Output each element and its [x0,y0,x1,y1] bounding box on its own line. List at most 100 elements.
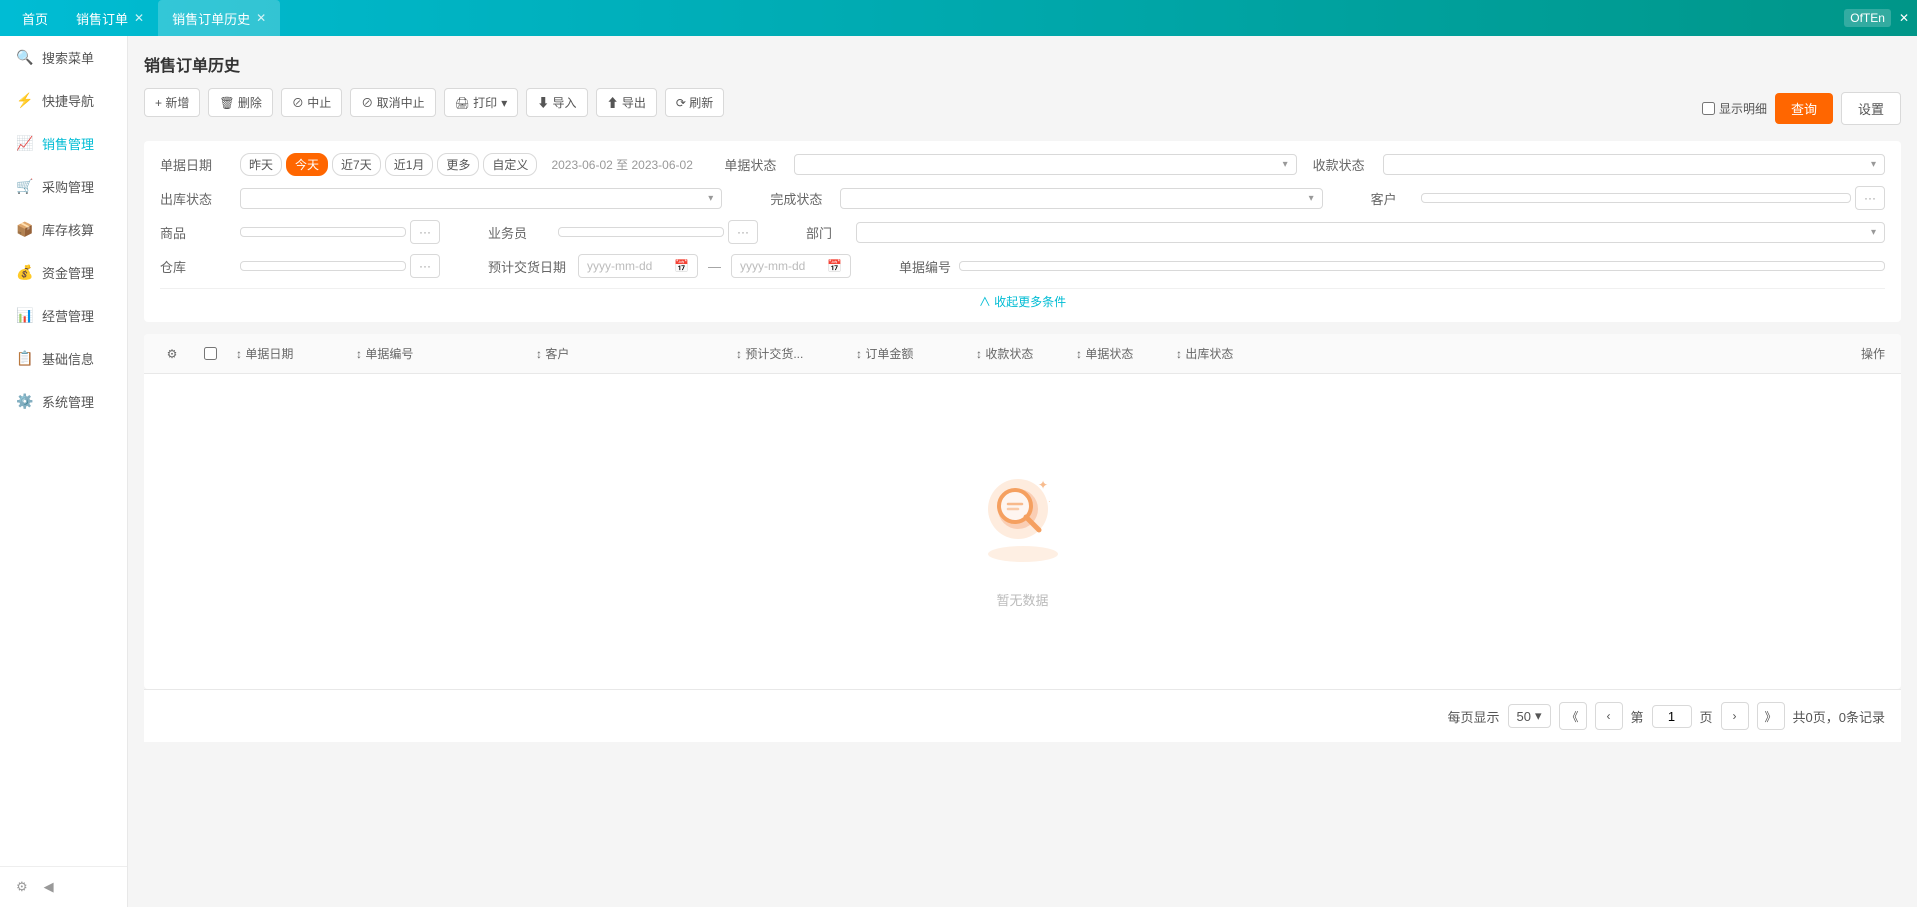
display-toggle-checkbox[interactable] [1702,102,1715,115]
date-btn-today[interactable]: 今天 [286,153,328,176]
btn-export[interactable]: ⬆ 导出 [596,88,657,117]
empty-text: 暂无数据 [996,590,1048,609]
sidebar-item-basic[interactable]: 📋 基础信息 [0,337,127,380]
btn-add[interactable]: + 新增 [144,88,200,117]
delivery-date-end[interactable]: yyyy-mm-dd 📅 [731,254,851,278]
sidebar-collapse-icon[interactable]: ◀ [44,879,54,895]
often-label: OfTEn [1844,9,1891,27]
select-salesperson[interactable] [558,227,724,237]
tab-home-label: 首页 [22,9,48,28]
btn-query[interactable]: 查询 [1775,93,1833,124]
salesperson-ellipsis[interactable]: ··· [728,220,758,244]
th-operation: 操作 [1268,345,1893,362]
page-input[interactable] [1652,705,1692,728]
empty-icon: ✦ · [963,454,1083,574]
th-bill-status: ↕ 单据状态 [1068,345,1168,362]
sidebar-item-purchase[interactable]: 🛒 采购管理 [0,165,127,208]
date-btn-custom[interactable]: 自定义 [483,153,537,176]
warehouse-ellipsis[interactable]: ··· [410,254,440,278]
select-payment-status[interactable]: ▾ [1383,154,1885,175]
label-delivery-status: 出库状态 [160,189,240,208]
display-toggle[interactable]: 显示明细 [1702,100,1767,117]
collapse-bar[interactable]: ∧ 收起更多条件 [160,288,1885,310]
sidebar-item-search-label: 搜索菜单 [42,48,94,67]
sidebar-item-operation[interactable]: 📊 经营管理 [0,294,127,337]
date-btn-more[interactable]: 更多 [437,153,479,176]
sidebar-item-sales[interactable]: 📈 销售管理 [0,122,127,165]
sidebar-item-operation-label: 经营管理 [42,306,94,325]
goods-ellipsis[interactable]: ··· [410,220,440,244]
btn-print[interactable]: 🖨 打印 ▾ [444,88,519,117]
select-delivery-status[interactable]: ▾ [240,188,722,209]
select-goods[interactable] [240,227,406,237]
tab-sales-history[interactable]: 销售订单历史 ✕ [158,0,280,36]
prev-page-btn[interactable]: ‹ [1595,702,1623,730]
select-department[interactable]: ▾ [856,222,1885,243]
date-separator: — [708,259,721,274]
label-bill-date: 单据日期 [160,155,240,174]
select-all-checkbox[interactable] [204,347,217,360]
label-goods: 商品 [160,223,240,242]
th-customer: ↕ 客户 [528,345,728,362]
inventory-icon: 📦 [16,221,34,239]
label-department: 部门 [806,223,856,242]
tab-list: 首页 销售订单 ✕ 销售订单历史 ✕ [8,0,1844,36]
sidebar-item-quicknav[interactable]: ⚡ 快捷导航 [0,79,127,122]
page-size-select[interactable]: 50 ▾ [1508,704,1551,728]
date-range-text: 2023-06-02 至 2023-06-02 [551,156,692,173]
sidebar-settings-icon[interactable]: ⚙ [16,879,28,895]
th-checkbox[interactable] [192,347,228,360]
purchase-icon: 🛒 [16,178,34,196]
th-payment-status-label: ↕ 收款状态 [976,345,1033,362]
th-settings[interactable]: ⚙ [152,347,192,361]
sidebar-item-purchase-label: 采购管理 [42,177,94,196]
th-operation-label: 操作 [1861,345,1885,362]
delivery-date-end-placeholder: yyyy-mm-dd [740,259,805,273]
table-header: ⚙ ↕ 单据日期 ↕ 单据编号 ↕ 客户 ↕ 预计交货... ↕ 订单金额 [144,334,1901,374]
filter-panel: 单据日期 昨天 今天 近7天 近1月 更多 自定义 2023-06-02 至 2… [144,141,1901,322]
btn-stop[interactable]: ⊘ 中止 [281,88,342,117]
page-size-label: 每页显示 [1447,707,1499,726]
select-bill-status[interactable]: ▾ [794,154,1296,175]
date-btn-yesterday[interactable]: 昨天 [240,153,282,176]
select-customer[interactable] [1421,193,1851,203]
sidebar-item-search[interactable]: 🔍 搜索菜单 [0,36,127,79]
sidebar-item-inventory[interactable]: 📦 库存核算 [0,208,127,251]
empty-state: ✦ · 暂无数据 [144,374,1901,689]
delivery-status-arrow: ▾ [708,193,713,204]
sidebar-item-system[interactable]: ⚙️ 系统管理 [0,380,127,423]
page-size-arrow: ▾ [1535,708,1542,724]
tab-sales-history-close[interactable]: ✕ [256,11,266,25]
sidebar-item-finance[interactable]: 💰 资金管理 [0,251,127,294]
label-warehouse: 仓库 [160,257,240,276]
last-page-btn[interactable]: 》 [1757,702,1785,730]
label-salesperson: 业务员 [488,223,558,242]
operation-icon: 📊 [16,307,34,325]
tab-sales-order-close[interactable]: ✕ [134,11,144,25]
content-area: 销售订单历史 + 新增 🗑 删除 ⊘ 中止 ⊘ 取消中止 🖨 打印 ▾ ⬇ 导入… [128,36,1917,907]
date-btn-7days[interactable]: 近7天 [332,153,381,176]
select-warehouse[interactable] [240,261,406,271]
date-btn-1month[interactable]: 近1月 [385,153,434,176]
select-complete-status[interactable]: ▾ [840,188,1322,209]
btn-import[interactable]: ⬇ 导入 [526,88,587,117]
topbar-close-icon[interactable]: ✕ [1899,11,1909,25]
next-page-btn[interactable]: › [1721,702,1749,730]
sidebar-item-quicknav-label: 快捷导航 [42,91,94,110]
filter-row-1: 单据日期 昨天 今天 近7天 近1月 更多 自定义 2023-06-02 至 2… [160,153,1885,176]
tab-sales-order[interactable]: 销售订单 ✕ [62,0,158,36]
input-bill-number[interactable] [959,261,1885,271]
btn-cancel-stop[interactable]: ⊘ 取消中止 [350,88,435,117]
first-page-btn[interactable]: 《 [1559,702,1587,730]
label-customer: 客户 [1371,189,1421,208]
tab-home[interactable]: 首页 [8,0,62,36]
sales-icon: 📈 [16,135,34,153]
finance-icon: 💰 [16,264,34,282]
delivery-date-start[interactable]: yyyy-mm-dd 📅 [578,254,698,278]
page-unit: 页 [1700,707,1713,726]
customer-ellipsis[interactable]: ··· [1855,186,1885,210]
toolbar: + 新增 🗑 删除 ⊘ 中止 ⊘ 取消中止 🖨 打印 ▾ ⬇ 导入 ⬆ 导出 ⟳… [144,88,724,117]
btn-setting[interactable]: 设置 [1841,92,1901,125]
btn-delete[interactable]: 🗑 删除 [208,88,273,117]
btn-refresh[interactable]: ⟳ 刷新 [665,88,724,117]
